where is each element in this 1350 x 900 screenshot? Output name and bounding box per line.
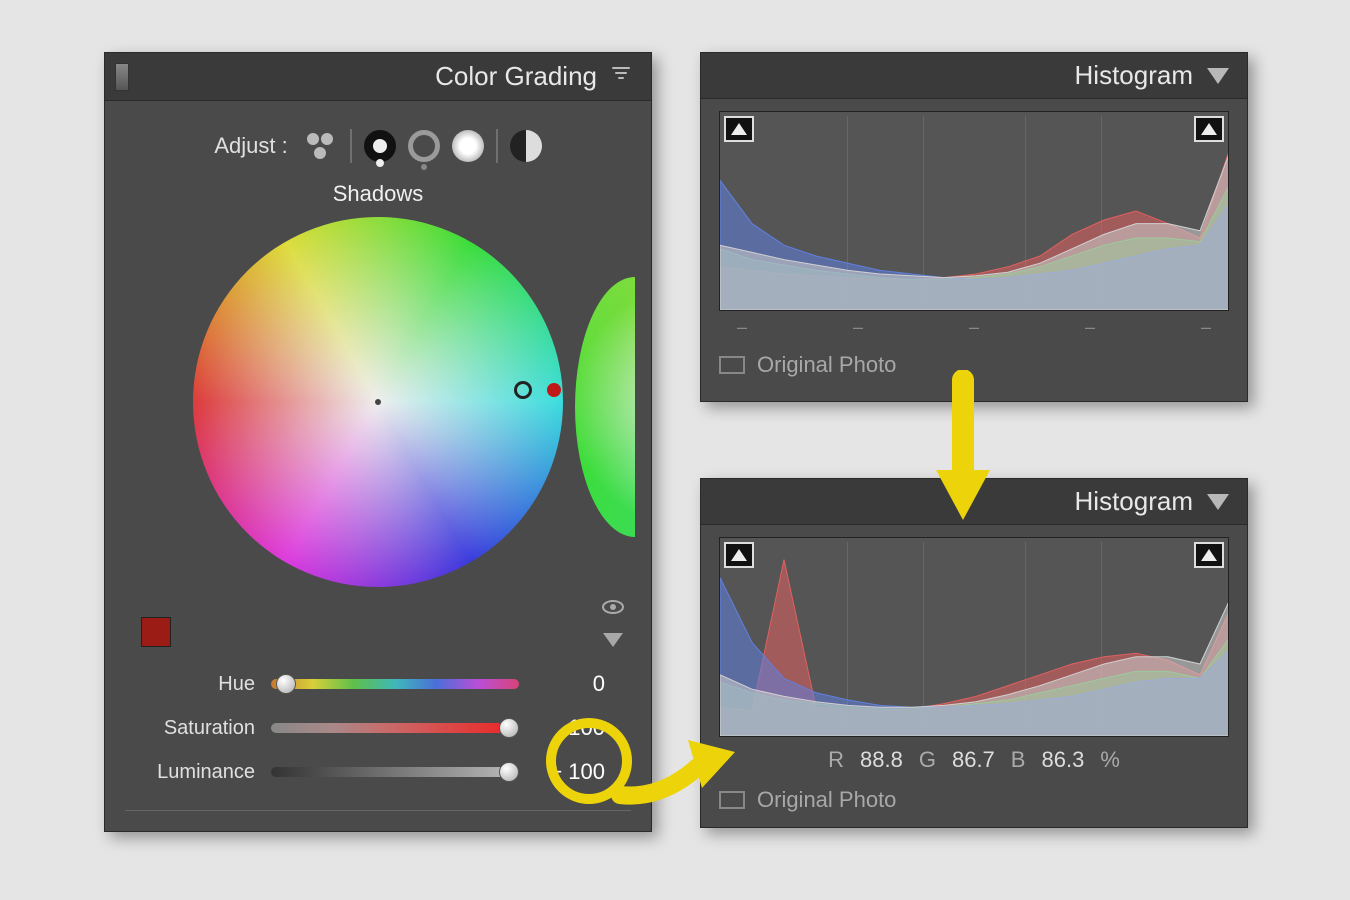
saturation-label: Saturation xyxy=(145,717,255,740)
panel-title: Histogram xyxy=(1075,60,1193,91)
soft-proof-checkbox-icon[interactable] xyxy=(719,356,745,374)
rgb-b-label: B xyxy=(1011,747,1026,773)
panel-grip-icon[interactable] xyxy=(115,63,129,91)
divider xyxy=(496,129,498,163)
hue-slider-knob[interactable] xyxy=(276,674,296,694)
collapse-chevron-down-icon[interactable] xyxy=(1207,494,1229,510)
zone-marker-row: – – – – – xyxy=(719,311,1229,338)
histogram-panel-after: Histogram R 88.8 G 86.7 B 86.3 % Origina… xyxy=(700,478,1248,828)
luminance-label: Luminance xyxy=(145,761,255,784)
divider xyxy=(350,129,352,163)
zone-marker: – xyxy=(1085,317,1095,338)
rgb-b-value: 86.3 xyxy=(1041,747,1084,773)
wheel-center-icon xyxy=(375,399,381,405)
soft-proof-checkbox-icon[interactable] xyxy=(719,791,745,809)
panel-header: Color Grading xyxy=(105,53,651,101)
wheel-saturation-handle[interactable] xyxy=(514,381,532,399)
rgb-pct-label: % xyxy=(1100,747,1120,773)
original-photo-label: Original Photo xyxy=(757,352,896,378)
adjust-label: Adjust : xyxy=(214,133,287,159)
midtones-wheel-peek[interactable] xyxy=(575,277,652,537)
zone-marker: – xyxy=(737,317,747,338)
saturation-slider[interactable] xyxy=(271,723,519,733)
luminance-slider-row: Luminance + 100 xyxy=(145,759,605,785)
color-grading-panel: Color Grading Adjust : Shadows xyxy=(104,52,652,832)
hue-slider[interactable] xyxy=(271,679,519,689)
expand-chevron-down-icon[interactable] xyxy=(603,633,623,647)
visibility-eye-icon[interactable] xyxy=(601,595,625,619)
mode-midtones-icon[interactable] xyxy=(408,130,440,162)
hue-value[interactable]: 0 xyxy=(535,671,605,697)
panel-header: Histogram xyxy=(701,53,1247,99)
histogram-panel-before: Histogram – – – – – Original Photo xyxy=(700,52,1248,402)
rgb-readout: R 88.8 G 86.7 B 86.3 % xyxy=(719,737,1229,773)
zone-marker: – xyxy=(969,317,979,338)
mode-three-way-icon[interactable] xyxy=(302,130,338,162)
saturation-value[interactable]: 100 xyxy=(535,715,605,741)
collapse-chevron-down-icon[interactable] xyxy=(1207,68,1229,84)
rgb-r-value: 88.8 xyxy=(860,747,903,773)
histogram-chart xyxy=(720,130,1229,310)
saturation-slider-knob[interactable] xyxy=(499,718,519,738)
panel-header: Histogram xyxy=(701,479,1247,525)
mode-highlights-icon[interactable] xyxy=(452,130,484,162)
rgb-g-label: G xyxy=(919,747,936,773)
filter-icon[interactable] xyxy=(611,67,631,87)
color-swatch[interactable] xyxy=(141,617,171,647)
original-photo-row[interactable]: Original Photo xyxy=(701,773,1247,827)
panel-title: Histogram xyxy=(1075,486,1193,517)
panel-title: Color Grading xyxy=(435,61,597,92)
zone-marker: – xyxy=(1201,317,1211,338)
shadows-color-wheel[interactable] xyxy=(193,217,563,587)
hue-slider-row: Hue 0 xyxy=(145,671,605,697)
zone-marker: – xyxy=(853,317,863,338)
divider xyxy=(125,810,631,811)
mode-global-icon[interactable] xyxy=(510,130,542,162)
mode-shadows-icon[interactable] xyxy=(364,130,396,162)
hue-label: Hue xyxy=(145,673,255,696)
luminance-value[interactable]: + 100 xyxy=(535,759,605,785)
rgb-g-value: 86.7 xyxy=(952,747,995,773)
rgb-r-label: R xyxy=(828,747,844,773)
histogram-plot[interactable] xyxy=(719,111,1229,311)
original-photo-label: Original Photo xyxy=(757,787,896,813)
original-photo-row[interactable]: Original Photo xyxy=(701,338,1247,392)
adjust-mode-row: Adjust : xyxy=(121,129,635,163)
luminance-slider[interactable] xyxy=(271,767,519,777)
wheel-hue-handle[interactable] xyxy=(547,383,561,397)
section-label: Shadows xyxy=(121,181,635,207)
luminance-slider-knob[interactable] xyxy=(499,762,519,782)
histogram-chart xyxy=(720,556,1229,736)
saturation-slider-row: Saturation 100 xyxy=(145,715,605,741)
histogram-plot[interactable] xyxy=(719,537,1229,737)
